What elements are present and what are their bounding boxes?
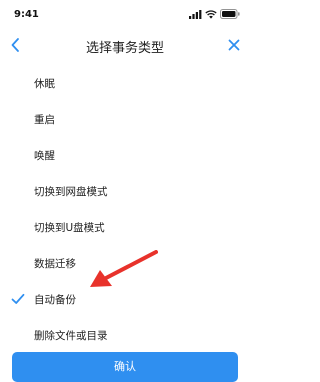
list-item-label: 数据迁移	[34, 258, 76, 270]
status-time: 9:41	[14, 9, 39, 20]
list-item-label: 自动备份	[34, 294, 76, 306]
list-item-restart[interactable]: 重启	[0, 102, 250, 138]
status-bar: 9:41	[0, 0, 250, 26]
page-title: 选择事务类型	[85, 41, 164, 56]
list-item-label: 休眠	[34, 78, 55, 90]
checkmark-icon	[11, 293, 25, 304]
list-item-sleep[interactable]: 休眠	[0, 66, 250, 102]
list-item-usb-mode[interactable]: 切换到U盘模式	[0, 210, 250, 246]
list-item-cloud-mode[interactable]: 切换到网盘模式	[0, 174, 250, 210]
close-button[interactable]	[224, 35, 244, 55]
battery-icon	[220, 9, 240, 19]
list-item-auto-backup[interactable]: 自动备份	[0, 282, 250, 318]
signal-icon	[189, 9, 202, 19]
wifi-icon	[205, 9, 217, 19]
list-item-label: 切换到网盘模式	[34, 186, 108, 198]
status-icons	[189, 9, 240, 19]
list-item-delete-file[interactable]: 删除文件或目录	[0, 318, 250, 354]
list-item-label: 重启	[34, 114, 55, 126]
list-item-label: 删除文件或目录	[34, 330, 108, 342]
close-icon	[228, 39, 240, 51]
task-type-list: 休眠 重启 唤醒 切换到网盘模式 切换到U盘模式 数据迁移 自动备份 删除文件或…	[0, 66, 250, 354]
list-item-data-migration[interactable]: 数据迁移	[0, 246, 250, 282]
list-item-wake[interactable]: 唤醒	[0, 138, 250, 174]
nav-bar: 选择事务类型	[0, 30, 250, 60]
list-item-label: 唤醒	[34, 150, 55, 162]
confirm-button[interactable]: 确认	[12, 352, 238, 382]
list-item-label: 切换到U盘模式	[34, 222, 105, 234]
